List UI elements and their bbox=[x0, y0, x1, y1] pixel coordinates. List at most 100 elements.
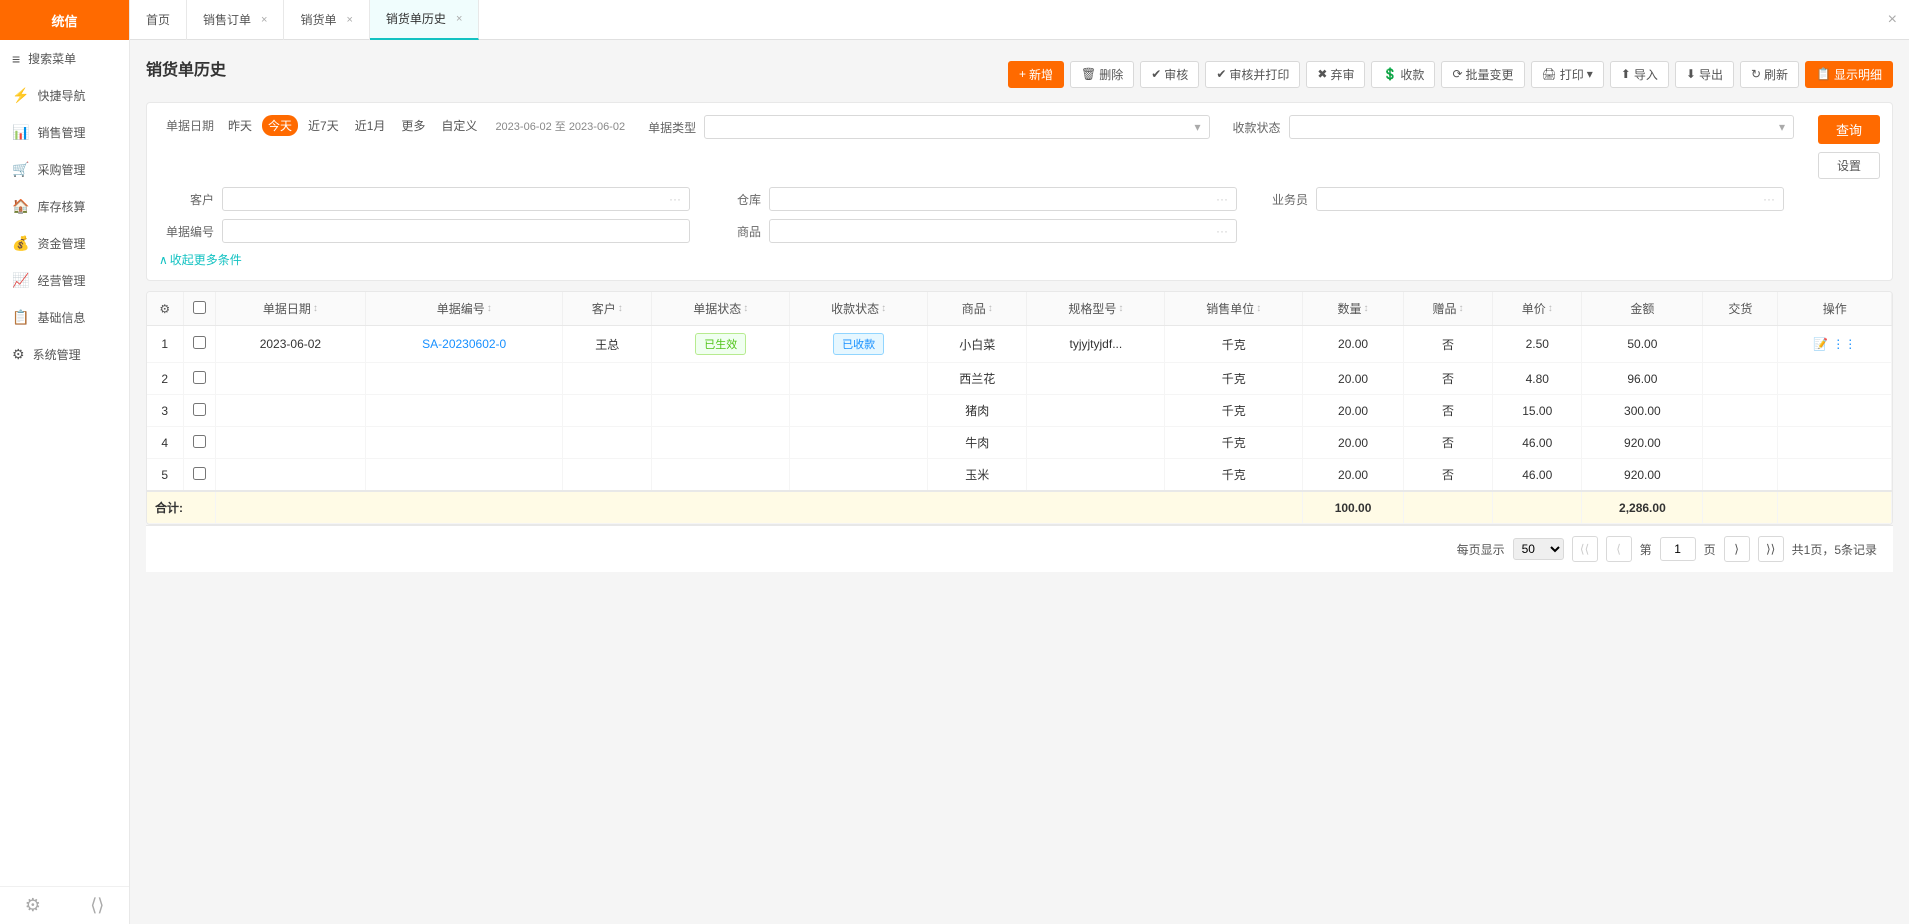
table-row: 2 西兰花 千克 20.00 否 4.80 96.00 bbox=[147, 363, 1892, 395]
sidebar-item-finance[interactable]: 💰 资金管理 bbox=[0, 225, 129, 262]
import-button[interactable]: ⬆ 导入 bbox=[1610, 61, 1669, 88]
th-qty[interactable]: 数量↕ bbox=[1303, 292, 1404, 326]
delete-button[interactable]: 🗑 删除 bbox=[1070, 61, 1134, 88]
sidebar-settings-icon[interactable]: ⚙ bbox=[25, 895, 41, 916]
staff-input[interactable]: ··· bbox=[1316, 187, 1784, 211]
page-title: 销货单历史 bbox=[146, 56, 226, 80]
show-detail-button[interactable]: 📋 显示明细 bbox=[1805, 61, 1893, 88]
batch-change-button[interactable]: ⟳ 批量变更 bbox=[1441, 61, 1524, 88]
sidebar-item-sales-mgmt[interactable]: 📊 销售管理 bbox=[0, 114, 129, 151]
table-row: 4 牛肉 千克 20.00 否 46.00 920.00 bbox=[147, 427, 1892, 459]
edit-action[interactable]: 📝 bbox=[1813, 337, 1828, 351]
select-all-checkbox[interactable] bbox=[193, 301, 206, 314]
row-checkbox[interactable] bbox=[183, 395, 215, 427]
page-number-input[interactable]: 1 bbox=[1660, 537, 1696, 561]
warehouse-input[interactable]: ··· bbox=[769, 187, 1237, 211]
th-collect-status[interactable]: 收款状态↕ bbox=[790, 292, 928, 326]
more-action[interactable]: ⋮⋮ bbox=[1832, 337, 1856, 351]
th-amount[interactable]: 金额 bbox=[1582, 292, 1703, 326]
print-label: 打印 bbox=[1560, 66, 1584, 83]
footer-empty3 bbox=[1493, 491, 1582, 524]
tab-sales-history[interactable]: 销货单历史 × bbox=[370, 0, 479, 40]
sidebar-collapse-icon[interactable]: ⟨⟩ bbox=[90, 895, 104, 916]
doc-no-input[interactable] bbox=[222, 219, 690, 243]
th-goods[interactable]: 商品↕ bbox=[928, 292, 1027, 326]
date-tag-today[interactable]: 今天 bbox=[262, 115, 298, 136]
row-amount: 300.00 bbox=[1582, 395, 1703, 427]
th-spec[interactable]: 规格型号↕ bbox=[1027, 292, 1165, 326]
th-customer[interactable]: 客户↕ bbox=[563, 292, 652, 326]
tab-sales-history-label: 销货单历史 bbox=[386, 10, 446, 27]
refresh-button[interactable]: ↻ 刷新 bbox=[1740, 61, 1799, 88]
row-checkbox[interactable] bbox=[183, 326, 215, 363]
row-goods: 小白菜 bbox=[928, 326, 1027, 363]
th-price[interactable]: 单价↕ bbox=[1493, 292, 1582, 326]
date-label: 单据日期 bbox=[159, 117, 214, 134]
data-table-wrap: ⚙ 单据日期↕ 单据编号↕ 客户↕ 单据状态↕ 收款状态↕ 商品↕ 规格型号↕ … bbox=[146, 291, 1893, 525]
sidebar-item-search-menu[interactable]: ≡ 搜索菜单 bbox=[0, 40, 129, 77]
tab-sales-history-close[interactable]: × bbox=[456, 13, 462, 25]
collapse-filter-button[interactable]: ∧ 收起更多条件 bbox=[159, 251, 1880, 268]
th-unit[interactable]: 销售单位↕ bbox=[1165, 292, 1303, 326]
tab-sales-goods[interactable]: 销货单 × bbox=[284, 0, 369, 40]
refresh-icon: ↻ bbox=[1751, 67, 1761, 81]
audit-button[interactable]: ✔ 审核 bbox=[1140, 61, 1199, 88]
date-tag-custom[interactable]: 自定义 bbox=[435, 115, 483, 136]
sidebar-item-sys-mgmt[interactable]: ⚙ 系统管理 bbox=[0, 336, 129, 373]
print-button[interactable]: 🖨 打印 ▾ bbox=[1531, 61, 1604, 88]
date-tag-yesterday[interactable]: 昨天 bbox=[222, 115, 258, 136]
audit-print-button[interactable]: ✔ 审核并打印 bbox=[1205, 61, 1300, 88]
th-doc-status[interactable]: 单据状态↕ bbox=[652, 292, 790, 326]
per-page-select[interactable]: 50 10 20 100 bbox=[1513, 538, 1564, 560]
abandon-button[interactable]: ✖ 弃审 bbox=[1306, 61, 1365, 88]
th-checkbox[interactable] bbox=[183, 292, 215, 326]
first-page-button[interactable]: ⟨⟨ bbox=[1572, 536, 1598, 562]
sidebar-item-label-sales: 销售管理 bbox=[37, 124, 85, 141]
goods-input[interactable]: ··· bbox=[769, 219, 1237, 243]
row-checkbox[interactable] bbox=[183, 363, 215, 395]
th-gift[interactable]: 赠品↕ bbox=[1403, 292, 1492, 326]
show-detail-label: 显示明细 bbox=[1834, 66, 1882, 83]
customer-input[interactable]: ··· bbox=[222, 187, 690, 211]
sidebar-item-basic-info[interactable]: 📋 基础信息 bbox=[0, 299, 129, 336]
row-checkbox[interactable] bbox=[183, 459, 215, 492]
query-button[interactable]: 查询 bbox=[1818, 115, 1880, 144]
tab-home[interactable]: 首页 bbox=[130, 0, 187, 40]
th-transaction[interactable]: 交货 bbox=[1703, 292, 1778, 326]
collect-status-select[interactable]: ▾ bbox=[1289, 115, 1794, 139]
sidebar-item-purchase-mgmt[interactable]: 🛒 采购管理 bbox=[0, 151, 129, 188]
tab-sales-order[interactable]: 销售订单 × bbox=[187, 0, 284, 40]
date-tag-1month[interactable]: 近1月 bbox=[349, 115, 392, 136]
th-doc-no[interactable]: 单据编号↕ bbox=[366, 292, 563, 326]
set-button[interactable]: 设置 bbox=[1818, 152, 1880, 179]
row-doc-no bbox=[366, 427, 563, 459]
collect-button[interactable]: 💲 收款 bbox=[1371, 61, 1435, 88]
date-tag-7days[interactable]: 近7天 bbox=[302, 115, 345, 136]
doc-no-link[interactable]: SA-20230602-0 bbox=[422, 337, 506, 351]
th-date[interactable]: 单据日期↕ bbox=[215, 292, 366, 326]
collect-status-dropdown-icon: ▾ bbox=[1779, 120, 1785, 134]
row-checkbox[interactable] bbox=[183, 427, 215, 459]
date-tag-more[interactable]: 更多 bbox=[395, 115, 431, 136]
doc-type-select[interactable]: ▾ bbox=[704, 115, 1209, 139]
row-collect-status bbox=[790, 395, 928, 427]
new-button[interactable]: + 新增 bbox=[1008, 61, 1064, 88]
export-button[interactable]: ⬇ 导出 bbox=[1675, 61, 1734, 88]
page-label: 第 bbox=[1640, 541, 1652, 558]
sys-mgmt-icon: ⚙ bbox=[12, 346, 25, 363]
tab-sales-order-close[interactable]: × bbox=[261, 14, 267, 26]
row-customer bbox=[563, 427, 652, 459]
sidebar-item-quick-nav[interactable]: ⚡ 快捷导航 bbox=[0, 77, 129, 114]
sidebar-item-inventory[interactable]: 🏠 库存核算 bbox=[0, 188, 129, 225]
tab-sales-goods-close[interactable]: × bbox=[346, 14, 352, 26]
footer-empty bbox=[215, 491, 1303, 524]
warehouse-dots: ··· bbox=[1216, 192, 1228, 206]
next-page-button[interactable]: ⟩ bbox=[1724, 536, 1750, 562]
prev-page-button[interactable]: ⟨ bbox=[1606, 536, 1632, 562]
close-all-tabs-button[interactable]: × bbox=[1876, 11, 1909, 29]
last-page-button[interactable]: ⟩⟩ bbox=[1758, 536, 1784, 562]
th-settings[interactable]: ⚙ bbox=[147, 292, 183, 326]
print-icon: 🖨 bbox=[1542, 67, 1557, 81]
sidebar-item-operations[interactable]: 📈 经营管理 bbox=[0, 262, 129, 299]
audit-icon: ✔ bbox=[1151, 67, 1161, 81]
